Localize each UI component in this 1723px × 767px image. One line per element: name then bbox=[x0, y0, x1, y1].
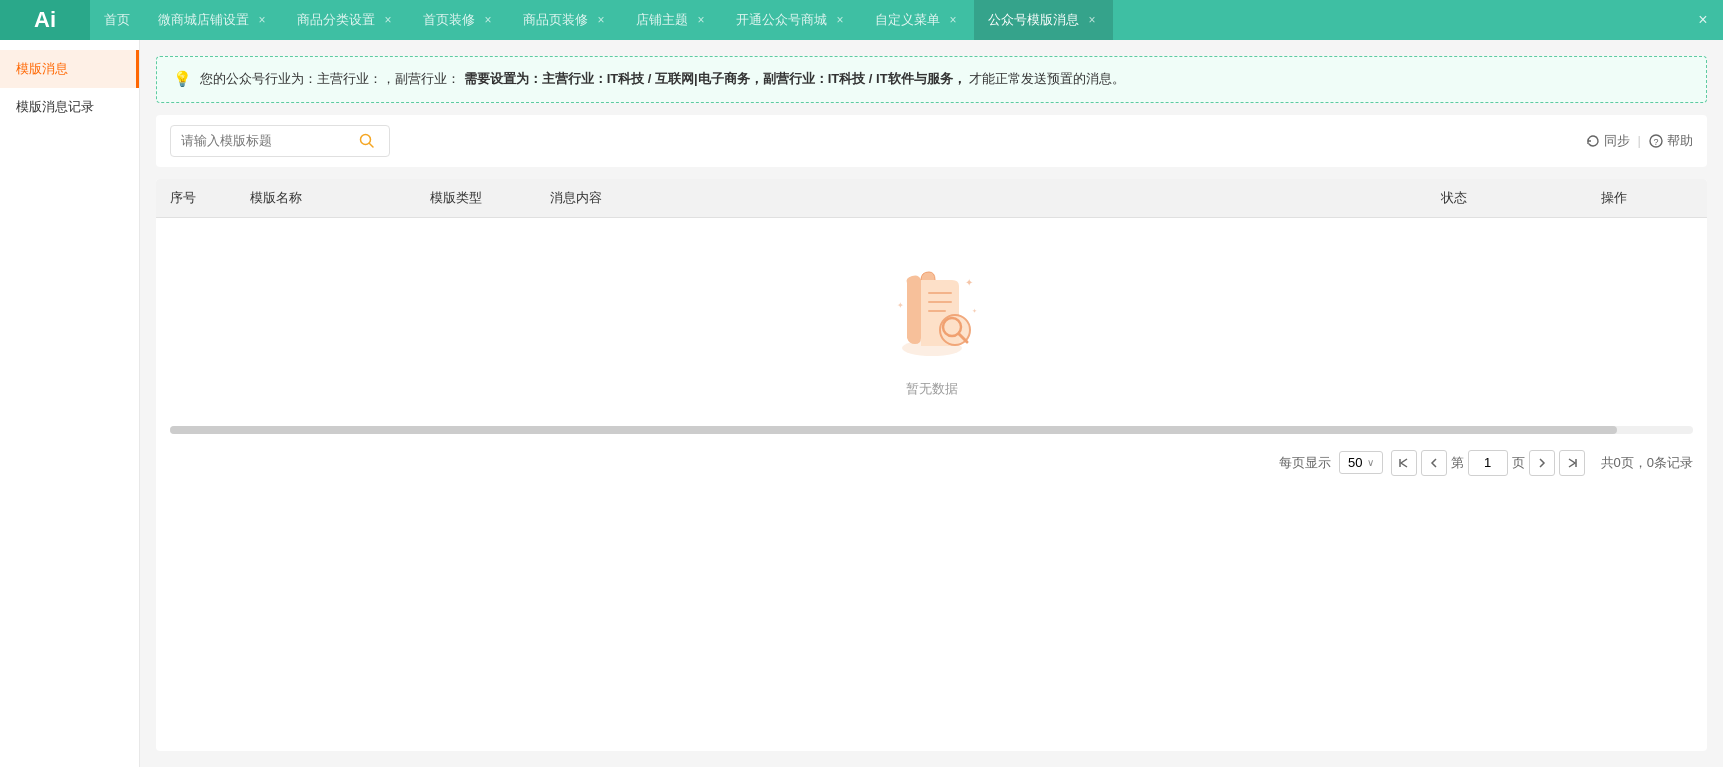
table-column-header: 模版类型 bbox=[416, 179, 536, 217]
sidebar: 模版消息模版消息记录 bbox=[0, 40, 140, 767]
table-column-header: 序号 bbox=[156, 179, 236, 217]
help-button[interactable]: ? 帮助 bbox=[1649, 132, 1693, 150]
empty-state: ✦ ✦ ✦ 暂无数据 bbox=[156, 218, 1707, 418]
tab-close-button[interactable]: × bbox=[1085, 13, 1099, 27]
tab-close-button[interactable]: × bbox=[594, 13, 608, 27]
global-close-button[interactable]: × bbox=[1683, 0, 1723, 40]
tab-item[interactable]: 自定义菜单× bbox=[861, 0, 974, 40]
table-header: 序号模版名称模版类型消息内容状态操作 bbox=[156, 179, 1707, 218]
sidebar-item[interactable]: 模版消息记录 bbox=[0, 88, 139, 126]
table-column-header: 模版名称 bbox=[236, 179, 416, 217]
tab-close-button[interactable]: × bbox=[481, 13, 495, 27]
top-nav: Ai 首页微商城店铺设置×商品分类设置×首页装修×商品页装修×店铺主题×开通公众… bbox=[0, 0, 1723, 40]
tab-item[interactable]: 公众号模版消息× bbox=[974, 0, 1113, 40]
svg-text:?: ? bbox=[1653, 137, 1658, 147]
total-records-label: 共0页，0条记录 bbox=[1601, 454, 1693, 472]
next-page-button[interactable] bbox=[1529, 450, 1555, 476]
last-page-icon bbox=[1567, 458, 1577, 468]
search-icon bbox=[359, 133, 375, 149]
notice-box: 💡 您的公众号行业为：主营行业：，副营行业： 需要设置为：主营行业：IT科技 /… bbox=[156, 56, 1707, 103]
search-input[interactable] bbox=[171, 128, 351, 153]
table-wrap: 序号模版名称模版类型消息内容状态操作 bbox=[156, 179, 1707, 751]
sidebar-item[interactable]: 模版消息 bbox=[0, 50, 139, 88]
tab-close-button[interactable]: × bbox=[694, 13, 708, 27]
next-page-icon bbox=[1537, 458, 1547, 468]
empty-text-label: 暂无数据 bbox=[906, 380, 958, 398]
tabs-container: 首页微商城店铺设置×商品分类设置×首页装修×商品页装修×店铺主题×开通公众号商城… bbox=[90, 0, 1683, 40]
table-column-header: 操作 bbox=[1587, 179, 1707, 217]
tab-item[interactable]: 商品分类设置× bbox=[283, 0, 409, 40]
svg-text:✦: ✦ bbox=[972, 308, 977, 314]
per-page-value: 50 bbox=[1348, 455, 1362, 470]
prev-page-button[interactable] bbox=[1421, 450, 1447, 476]
tab-item[interactable]: 首页装修× bbox=[409, 0, 509, 40]
sync-button[interactable]: 同步 bbox=[1586, 132, 1630, 150]
tab-item[interactable]: 首页 bbox=[90, 0, 144, 40]
tab-item[interactable]: 开通公众号商城× bbox=[722, 0, 861, 40]
toolbar-right: 同步 | ? 帮助 bbox=[1586, 132, 1693, 150]
per-page-select[interactable]: 50 ∨ bbox=[1339, 451, 1382, 474]
main-layout: 模版消息模版消息记录 💡 您的公众号行业为：主营行业：，副营行业： 需要设置为：… bbox=[0, 40, 1723, 767]
scrollbar-thumb[interactable] bbox=[170, 426, 1617, 434]
page-number-input[interactable] bbox=[1468, 450, 1508, 476]
tab-close-button[interactable]: × bbox=[381, 13, 395, 27]
table-column-header: 状态 bbox=[1427, 179, 1587, 217]
content-area: 💡 您的公众号行业为：主营行业：，副营行业： 需要设置为：主营行业：IT科技 /… bbox=[140, 40, 1723, 767]
notice-icon: 💡 bbox=[173, 70, 192, 88]
table-column-header: 消息内容 bbox=[536, 179, 1427, 217]
notice-highlight: 需要设置为：主营行业：IT科技 / 互联网|电子商务，副营行业：IT科技 / I… bbox=[464, 71, 966, 86]
last-page-button[interactable] bbox=[1559, 450, 1585, 476]
first-page-button[interactable] bbox=[1391, 450, 1417, 476]
tab-close-button[interactable]: × bbox=[833, 13, 847, 27]
svg-line-1 bbox=[370, 143, 374, 147]
per-page-label: 每页显示 bbox=[1279, 454, 1331, 472]
page-navigation: 第 页 bbox=[1391, 450, 1585, 476]
notice-text: 您的公众号行业为：主营行业：，副营行业： 需要设置为：主营行业：IT科技 / 互… bbox=[200, 69, 1125, 90]
prev-page-icon bbox=[1429, 458, 1439, 468]
tab-close-button[interactable]: × bbox=[946, 13, 960, 27]
svg-text:✦: ✦ bbox=[897, 301, 904, 310]
first-page-icon bbox=[1399, 458, 1409, 468]
sync-icon bbox=[1586, 134, 1600, 148]
brand-logo: Ai bbox=[0, 0, 90, 40]
search-input-wrap bbox=[170, 125, 390, 157]
svg-text:✦: ✦ bbox=[965, 277, 973, 288]
page-label-2: 页 bbox=[1512, 454, 1525, 472]
page-label-1: 第 bbox=[1451, 454, 1464, 472]
tab-item[interactable]: 商品页装修× bbox=[509, 0, 622, 40]
tab-item[interactable]: 微商城店铺设置× bbox=[144, 0, 283, 40]
toolbar-divider: | bbox=[1638, 133, 1641, 148]
empty-icon: ✦ ✦ ✦ bbox=[877, 258, 987, 368]
help-icon: ? bbox=[1649, 134, 1663, 148]
per-page-arrow-icon: ∨ bbox=[1367, 457, 1374, 468]
search-bar: 同步 | ? 帮助 bbox=[156, 115, 1707, 167]
pagination: 每页显示 50 ∨ 第 页 bbox=[156, 442, 1707, 488]
search-button[interactable] bbox=[351, 126, 383, 156]
tab-item[interactable]: 店铺主题× bbox=[622, 0, 722, 40]
tab-close-button[interactable]: × bbox=[255, 13, 269, 27]
horizontal-scrollbar[interactable] bbox=[170, 426, 1693, 434]
empty-illustration: ✦ ✦ ✦ bbox=[877, 258, 987, 368]
